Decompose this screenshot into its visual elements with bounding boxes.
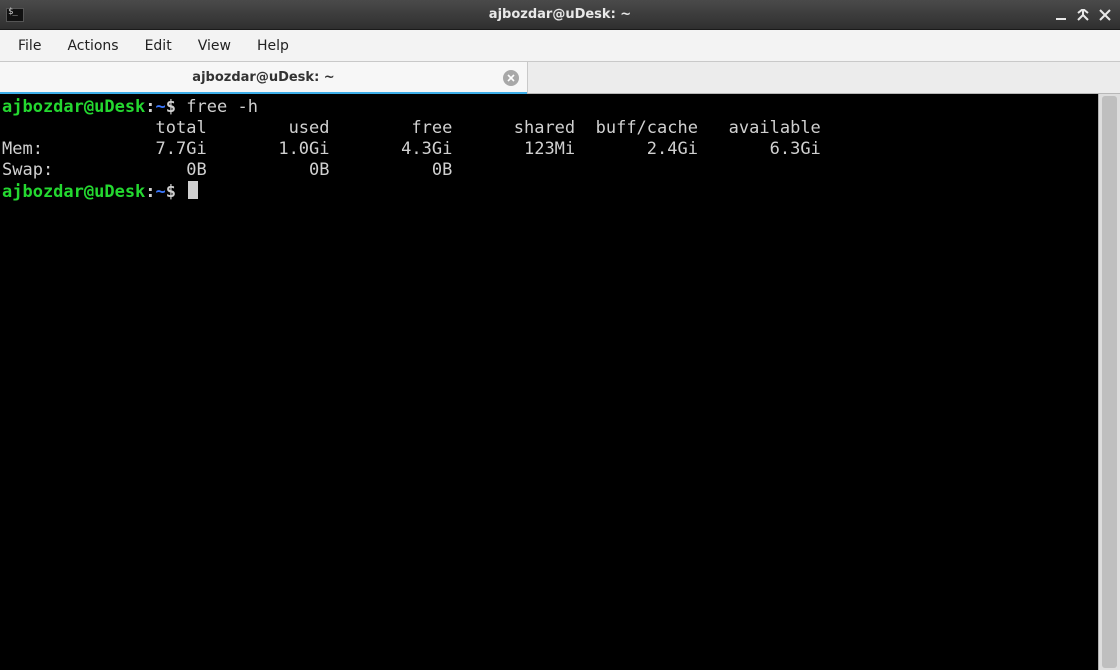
prompt-user-host: ajbozdar@uDesk (2, 97, 145, 117)
window-title: ajbozdar@uDesk: ~ (0, 7, 1120, 22)
prompt-path: ~ (156, 97, 166, 117)
terminal-tab[interactable]: ajbozdar@uDesk: ~ (0, 62, 528, 93)
tab-close-icon[interactable] (503, 70, 519, 86)
tab-label: ajbozdar@uDesk: ~ (192, 70, 334, 85)
window-titlebar: ajbozdar@uDesk: ~ (0, 0, 1120, 30)
prompt-symbol-2: $ (166, 182, 176, 202)
close-button[interactable] (1098, 8, 1112, 22)
maximize-button[interactable] (1076, 8, 1090, 22)
free-output-table: total used free shared buff/cache availa… (2, 118, 821, 180)
prompt-symbol: $ (166, 97, 176, 117)
terminal-output[interactable]: ajbozdar@uDesk:~$ free -h total used fre… (0, 94, 1098, 670)
scrollbar[interactable] (1098, 94, 1120, 670)
menu-view[interactable]: View (186, 34, 243, 58)
terminal-area[interactable]: ajbozdar@uDesk:~$ free -h total used fre… (0, 94, 1120, 670)
menu-bar: File Actions Edit View Help (0, 30, 1120, 62)
tab-bar: ajbozdar@uDesk: ~ (0, 62, 1120, 94)
cursor (188, 181, 198, 199)
terminal-app-icon (6, 8, 24, 22)
prompt-path-2: ~ (156, 182, 166, 202)
prompt-sep: : (145, 97, 155, 117)
prompt-sep-2: : (145, 182, 155, 202)
window-controls (1054, 0, 1116, 29)
scrollbar-thumb[interactable] (1102, 96, 1117, 668)
prompt-user-host-2: ajbozdar@uDesk (2, 182, 145, 202)
minimize-button[interactable] (1054, 8, 1068, 22)
menu-actions[interactable]: Actions (55, 34, 130, 58)
menu-file[interactable]: File (6, 34, 53, 58)
menu-edit[interactable]: Edit (133, 34, 184, 58)
typed-command: free -h (186, 97, 258, 117)
menu-help[interactable]: Help (245, 34, 301, 58)
